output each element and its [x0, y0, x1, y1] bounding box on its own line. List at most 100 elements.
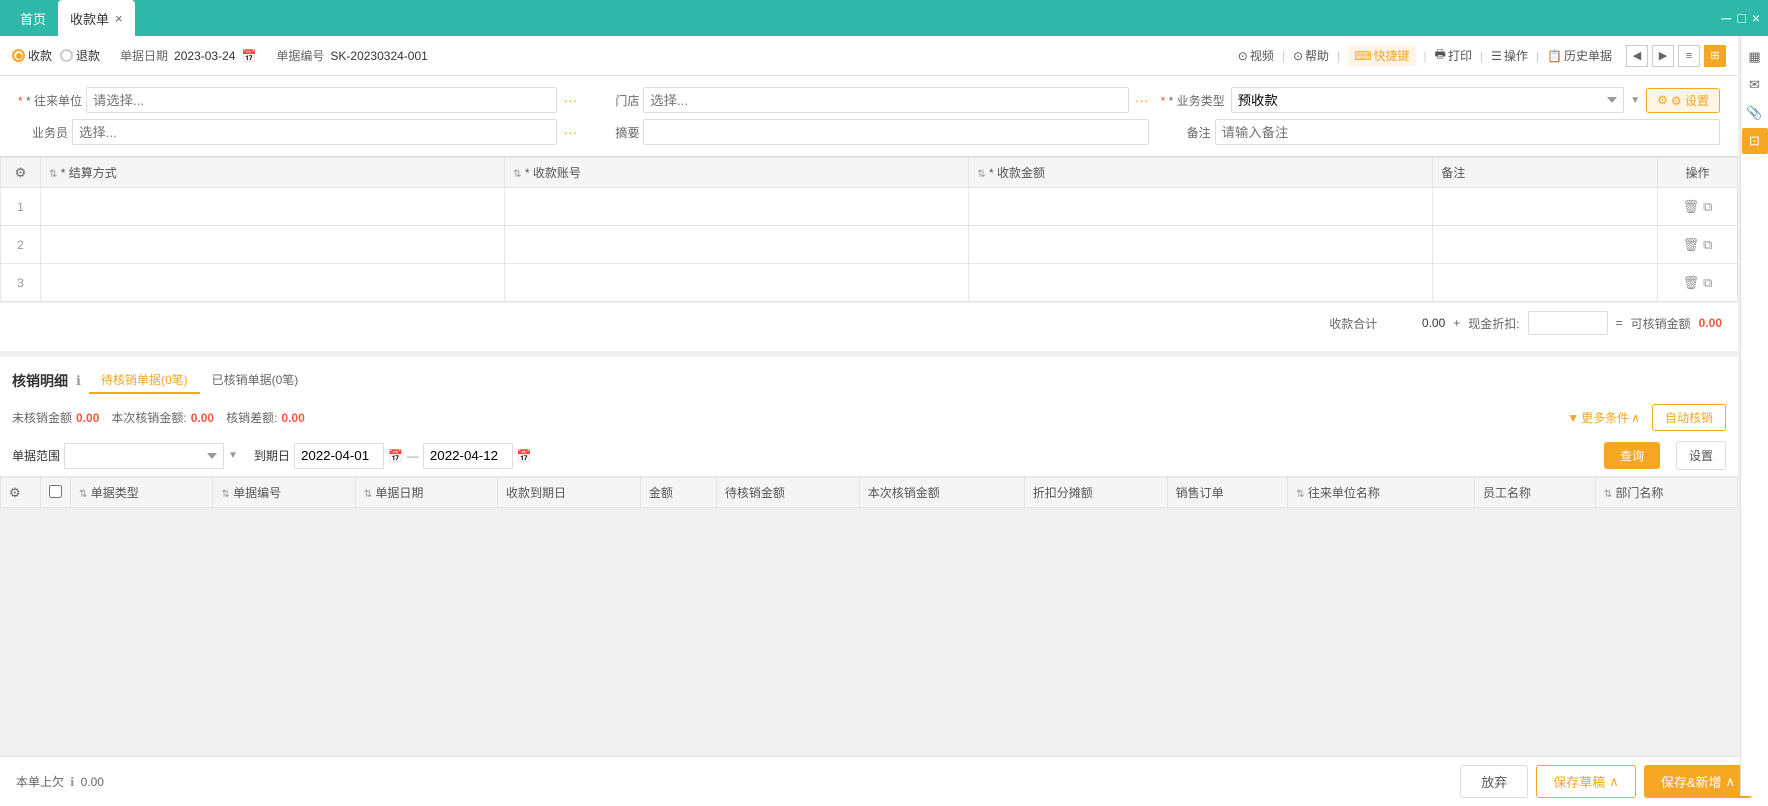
radio-refund-label: 退款 [76, 47, 100, 64]
bottom-table-section: ⚙ ⇅ 单据类型 ⇅ 单据编号 ⇅ 单据日期 [0, 477, 1738, 508]
counterparty-more-icon[interactable]: ··· [563, 92, 577, 108]
this-doc-value: 0.00 [81, 775, 104, 789]
bottom-table-settings-icon[interactable]: ⚙ [9, 485, 21, 500]
home-tab[interactable]: 首页 [8, 0, 58, 36]
cash-discount-input[interactable] [1528, 311, 1608, 335]
cash-discount-label: 现金折扣: [1468, 315, 1519, 332]
list-icon-btn[interactable]: ≡ [1678, 45, 1700, 67]
store-more-icon[interactable]: ··· [1135, 92, 1149, 108]
row-1-copy-icon[interactable]: ⧉ [1703, 199, 1712, 215]
save-draft-button[interactable]: 保存草稿 ∧ [1536, 765, 1636, 798]
sidebar-table-icon[interactable]: ▦ [1742, 44, 1768, 70]
row-1-account[interactable] [505, 188, 969, 226]
next-icon-btn[interactable]: ▶ [1652, 45, 1674, 67]
collection-table: ⚙ ⇅ * 结算方式 ⇅ * 收款账号 ⇅ * 收款金额 [0, 157, 1738, 302]
radio-group: 收款 退款 [12, 47, 100, 64]
filter-settings-button[interactable]: 设置 [1676, 441, 1726, 470]
diff-label: 核销差额: [226, 409, 277, 426]
due-date-end-input[interactable] [423, 443, 513, 469]
due-date-label: 到期日 [254, 447, 290, 464]
biz-type-select[interactable]: 预收款 [1231, 87, 1625, 113]
save-draft-arrow-icon: ∧ [1609, 774, 1619, 790]
verified-tab[interactable]: 已核销单据(0笔) [200, 367, 311, 394]
col-settle-method: ⇅ * 结算方式 [41, 158, 505, 188]
biz-type-col: * 业务类型 预收款 ▼ ⚙ ⚙ 设置 [1155, 84, 1726, 116]
toolbar-actions: ⊙视频 | ⊙帮助 | ⌨快捷键 | 🖶打印 | ☰操作 | 📋历史单据 [1238, 45, 1726, 67]
row-2-amount[interactable] [969, 226, 1433, 264]
row-1-delete-icon[interactable]: 🗑 [1683, 199, 1700, 215]
active-tab[interactable]: 收款单 × [58, 0, 135, 36]
sidebar-attach-icon[interactable]: 📎 [1742, 100, 1768, 126]
this-verify-label: 本次核销金额: [111, 409, 186, 426]
row-3-delete-icon[interactable]: 🗑 [1683, 275, 1700, 291]
remark-input[interactable] [1215, 119, 1720, 145]
print-action[interactable]: 🖶打印 [1435, 45, 1472, 66]
select-all-checkbox[interactable] [49, 485, 62, 498]
grid-icon-btn[interactable]: ⊞ [1704, 45, 1726, 67]
help-action[interactable]: ⊙帮助 [1293, 47, 1329, 64]
pending-tab[interactable]: 待核销单据(0笔) [89, 367, 200, 394]
doc-num-info: 单据编号 SK-20230324-001 [276, 47, 427, 64]
abandon-button[interactable]: 放弃 [1460, 765, 1528, 798]
staff-input[interactable] [72, 119, 557, 145]
table-settings-icon[interactable]: ⚙ [15, 165, 27, 180]
history-action[interactable]: 📋历史单据 [1547, 47, 1612, 64]
due-date-end-cal-icon[interactable]: 📅 [517, 449, 532, 463]
win-max-btn[interactable]: □ [1737, 10, 1745, 26]
row-1-amount[interactable] [969, 188, 1433, 226]
col-remark: 备注 [1433, 158, 1658, 188]
col-doc-date: ⇅ 单据日期 [355, 478, 497, 508]
doc-range-select[interactable] [64, 443, 224, 469]
shortcut-action[interactable]: ⌨快捷键 [1348, 45, 1415, 66]
row-2-delete-icon[interactable]: 🗑 [1683, 237, 1700, 253]
counterparty-input[interactable] [86, 87, 557, 113]
staff-more-icon[interactable]: ··· [563, 124, 577, 140]
row-2-account[interactable] [505, 226, 969, 264]
col-amount: 金额 [640, 478, 716, 508]
this-verify-item: 本次核销金额: 0.00 [111, 409, 214, 426]
video-action[interactable]: ⊙视频 [1238, 47, 1274, 64]
doc-range-item: 单据范围 ▼ [12, 443, 238, 469]
verify-info-icon: ℹ [76, 373, 81, 389]
radio-refund[interactable]: 退款 [60, 47, 100, 64]
operation-action[interactable]: ☰操作 [1491, 47, 1528, 64]
summary-label: 摘要 [589, 124, 639, 141]
row-1-actions: 🗑 ⧉ [1658, 188, 1738, 226]
row-2-remark[interactable] [1433, 226, 1658, 264]
row-3-remark[interactable] [1433, 264, 1658, 302]
col-dept-name: ⇅ 部门名称 [1595, 478, 1737, 508]
query-button[interactable]: 查询 [1604, 442, 1660, 469]
row-1-settle[interactable] [41, 188, 505, 226]
remark-col: 备注 [1155, 116, 1726, 148]
store-input[interactable] [643, 87, 1128, 113]
summary-input[interactable] [643, 119, 1148, 145]
more-conditions-btn[interactable]: ▼ 更多条件 ∧ [1567, 409, 1640, 426]
sidebar-message-icon[interactable]: ✉ [1742, 72, 1768, 98]
row-3-account[interactable] [505, 264, 969, 302]
row-1-remark[interactable] [1433, 188, 1658, 226]
due-date-start-input[interactable] [294, 443, 384, 469]
row-2-settle[interactable] [41, 226, 505, 264]
row-3-copy-icon[interactable]: ⧉ [1703, 275, 1712, 291]
win-close-btn[interactable]: × [1752, 10, 1760, 26]
counterparty-label: * 往来单位 [18, 92, 82, 109]
due-date-start-cal-icon[interactable]: 📅 [388, 449, 403, 463]
settings-button[interactable]: ⚙ ⚙ 设置 [1646, 88, 1720, 113]
sidebar-capture-icon[interactable]: ⊡ [1742, 128, 1768, 154]
row-3-amount[interactable] [969, 264, 1433, 302]
col-collection-amount: ⇅ * 收款金额 [969, 158, 1433, 188]
win-min-btn[interactable]: ─ [1721, 10, 1731, 26]
staff-col: 业务员 ··· [12, 116, 583, 148]
table-row: 2 🗑 ⧉ [1, 226, 1738, 264]
row-3-settle[interactable] [41, 264, 505, 302]
auto-write-button[interactable]: 自动核销 [1652, 404, 1726, 431]
row-2-copy-icon[interactable]: ⧉ [1703, 237, 1712, 253]
row-num-3: 3 [1, 264, 41, 302]
radio-collect[interactable]: 收款 [12, 47, 52, 64]
close-tab-icon[interactable]: × [115, 11, 123, 26]
unverified-amount-item: 未核销金额 0.00 [12, 409, 99, 426]
prev-icon-btn[interactable]: ◀ [1626, 45, 1648, 67]
save-new-button[interactable]: 保存&新增 ∧ [1644, 765, 1752, 798]
doc-date-cal-icon[interactable]: 📅 [241, 49, 256, 63]
col-this-verify: 本次核销金额 [859, 478, 1024, 508]
